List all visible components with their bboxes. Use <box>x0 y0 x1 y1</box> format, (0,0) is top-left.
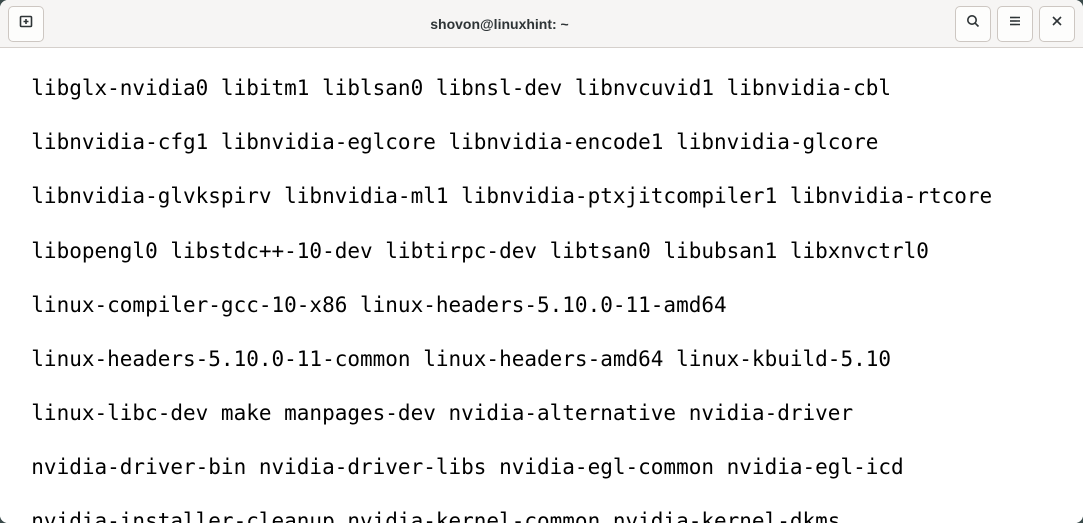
close-icon <box>1049 13 1065 34</box>
package-line: libglx-nvidia0 libitm1 liblsan0 libnsl-d… <box>6 75 1077 102</box>
titlebar: shovon@linuxhint: ~ <box>0 0 1083 48</box>
terminal-window: shovon@linuxhint: ~ <box>0 0 1083 523</box>
menu-button[interactable] <box>997 6 1033 42</box>
package-line: libnvidia-glvkspirv libnvidia-ml1 libnvi… <box>6 183 1077 210</box>
titlebar-left <box>8 6 44 42</box>
package-line: libnvidia-cfg1 libnvidia-eglcore libnvid… <box>6 129 1077 156</box>
hamburger-menu-icon <box>1007 13 1023 34</box>
package-line: nvidia-driver-bin nvidia-driver-libs nvi… <box>6 454 1077 481</box>
terminal-output[interactable]: libglx-nvidia0 libitm1 liblsan0 libnsl-d… <box>0 48 1083 523</box>
package-line: linux-compiler-gcc-10-x86 linux-headers-… <box>6 292 1077 319</box>
titlebar-right <box>955 6 1075 42</box>
search-icon <box>965 13 981 34</box>
window-title: shovon@linuxhint: ~ <box>52 16 947 32</box>
search-button[interactable] <box>955 6 991 42</box>
package-line: libopengl0 libstdc++-10-dev libtirpc-dev… <box>6 238 1077 265</box>
package-line: linux-libc-dev make manpages-dev nvidia-… <box>6 400 1077 427</box>
package-line: linux-headers-5.10.0-11-common linux-hea… <box>6 346 1077 373</box>
new-tab-icon <box>18 13 34 34</box>
package-line: nvidia-installer-cleanup nvidia-kernel-c… <box>6 508 1077 523</box>
new-tab-button[interactable] <box>8 6 44 42</box>
close-button[interactable] <box>1039 6 1075 42</box>
